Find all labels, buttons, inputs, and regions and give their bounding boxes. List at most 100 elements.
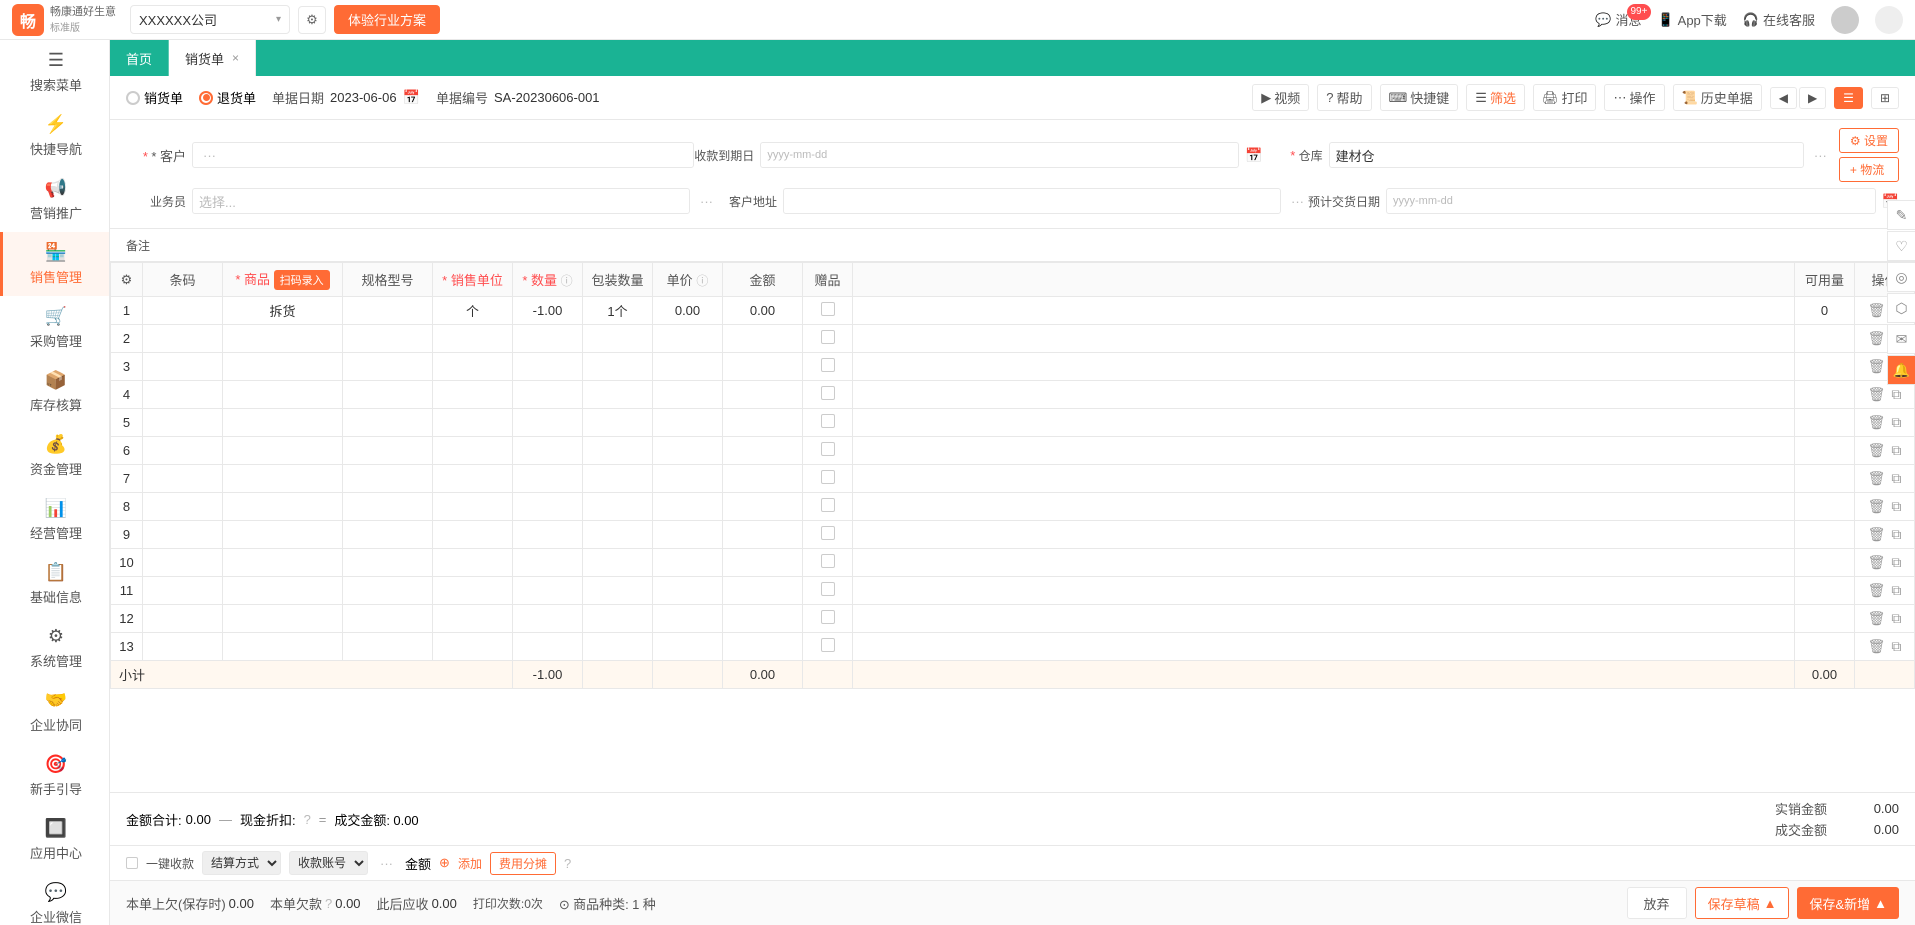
radio-sale[interactable]: 销货单 <box>126 88 183 107</box>
delete-icon[interactable]: 🗑 <box>1868 358 1886 375</box>
cell-price[interactable] <box>653 381 723 409</box>
cell-price[interactable] <box>653 521 723 549</box>
save-draft-button[interactable]: 保存草稿 ▲ <box>1695 887 1790 919</box>
notes-input[interactable] <box>162 233 1899 257</box>
gift-checkbox[interactable] <box>821 526 835 540</box>
cell-pkg[interactable]: 1个 <box>583 297 653 325</box>
cell-qty[interactable] <box>513 493 583 521</box>
cell-pkg[interactable] <box>583 633 653 661</box>
float-btn-5[interactable]: ✉ <box>1887 324 1915 354</box>
cell-remark[interactable] <box>853 325 1795 353</box>
delete-icon[interactable]: 🗑 <box>1868 442 1886 459</box>
copy-icon[interactable]: ⧉ <box>1891 498 1901 515</box>
view-list-button[interactable]: ☰ <box>1834 87 1863 109</box>
sidebar-item-search[interactable]: ☰ 搜索菜单 <box>0 40 109 104</box>
gift-checkbox[interactable] <box>821 302 835 316</box>
customer-addr-input[interactable] <box>783 188 1281 214</box>
delete-icon[interactable]: 🗑 <box>1868 330 1886 347</box>
cell-qty[interactable] <box>513 549 583 577</box>
cell-unit[interactable] <box>433 381 513 409</box>
calendar-icon[interactable]: 📅 <box>403 89 420 106</box>
cell-amount[interactable]: 0.00 <box>723 297 803 325</box>
sidebar-item-basic[interactable]: 📋 基础信息 <box>0 552 109 616</box>
payment-account-select[interactable]: 收款账号 <box>289 851 368 875</box>
cell-gift[interactable] <box>803 409 853 437</box>
cell-gift[interactable] <box>803 521 853 549</box>
delete-icon[interactable]: 🗑 <box>1868 386 1886 403</box>
cell-product[interactable] <box>223 633 343 661</box>
copy-icon[interactable]: ⧉ <box>1891 610 1901 627</box>
cell-unit[interactable] <box>433 409 513 437</box>
question-icon3[interactable]: ? <box>325 896 332 911</box>
th-pkg[interactable]: 包装数量 <box>583 263 653 297</box>
company-selector[interactable]: XXXXXX公司 ▾ <box>130 5 290 34</box>
logistics-button[interactable]: + 物流 <box>1839 157 1899 182</box>
cell-spec[interactable] <box>343 577 433 605</box>
gift-checkbox[interactable] <box>821 554 835 568</box>
cell-pkg[interactable] <box>583 521 653 549</box>
cell-qty[interactable] <box>513 381 583 409</box>
cell-spec[interactable] <box>343 437 433 465</box>
sidebar-item-operations[interactable]: 📊 经营管理 <box>0 488 109 552</box>
gift-checkbox[interactable] <box>821 470 835 484</box>
delete-icon[interactable]: 🗑 <box>1868 470 1886 487</box>
view-grid-button[interactable]: ⊞ <box>1871 87 1899 109</box>
warehouse-dots[interactable]: ··· <box>1810 148 1831 163</box>
sidebar-item-system[interactable]: ⚙ 系统管理 <box>0 616 109 680</box>
copy-icon[interactable]: ⧉ <box>1891 526 1901 543</box>
cell-unit[interactable]: 个 <box>433 297 513 325</box>
history-button[interactable]: 📜 历史单据 <box>1673 84 1762 111</box>
sidebar-item-guide[interactable]: 🎯 新手引导 <box>0 744 109 808</box>
float-btn-1[interactable]: ✎ <box>1887 200 1915 230</box>
onetime-checkbox[interactable] <box>126 857 138 869</box>
sidebar-item-enterprise[interactable]: 🤝 企业协同 <box>0 680 109 744</box>
price-info-icon[interactable]: ⓘ <box>696 274 708 288</box>
cell-barcode[interactable] <box>143 297 223 325</box>
cell-gift[interactable] <box>803 633 853 661</box>
delete-icon[interactable]: 🗑 <box>1868 582 1886 599</box>
cell-barcode[interactable] <box>143 633 223 661</box>
cell-amount[interactable] <box>723 521 803 549</box>
save-new-button[interactable]: 保存&新增 ▲ <box>1797 887 1899 919</box>
cell-remark[interactable] <box>853 493 1795 521</box>
cell-qty[interactable] <box>513 353 583 381</box>
cell-spec[interactable] <box>343 297 433 325</box>
action-button[interactable]: ⋯ 操作 <box>1604 84 1664 111</box>
cell-pkg[interactable] <box>583 465 653 493</box>
account-dots[interactable]: ··· <box>376 856 397 871</box>
cell-price[interactable] <box>653 493 723 521</box>
sidebar-item-quick-nav[interactable]: ⚡ 快捷导航 <box>0 104 109 168</box>
cell-gift[interactable] <box>803 325 853 353</box>
cell-unit[interactable] <box>433 325 513 353</box>
due-date-calendar-icon[interactable]: 📅 <box>1245 147 1262 164</box>
float-btn-2[interactable]: ♡ <box>1887 231 1915 261</box>
cell-price[interactable] <box>653 605 723 633</box>
cell-spec[interactable] <box>343 325 433 353</box>
delete-icon[interactable]: 🗑 <box>1868 554 1886 571</box>
video-button[interactable]: ▶ 视频 <box>1252 84 1309 111</box>
expected-date-input[interactable]: yyyy-mm-dd <box>1386 188 1876 214</box>
cell-unit[interactable] <box>433 577 513 605</box>
cell-gift[interactable] <box>803 437 853 465</box>
copy-icon[interactable]: ⧉ <box>1891 582 1901 599</box>
cell-unit[interactable] <box>433 605 513 633</box>
cell-barcode[interactable] <box>143 325 223 353</box>
cell-spec[interactable] <box>343 381 433 409</box>
filter-button[interactable]: ☰ 筛选 <box>1466 84 1525 111</box>
copy-icon[interactable]: ⧉ <box>1891 638 1901 655</box>
cell-barcode[interactable] <box>143 521 223 549</box>
sidebar-item-marketing[interactable]: 📢 营销推广 <box>0 168 109 232</box>
settings-gear-button[interactable]: ⚙ <box>298 6 326 34</box>
float-btn-3[interactable]: ◎ <box>1887 262 1915 292</box>
cell-amount[interactable] <box>723 577 803 605</box>
cell-product[interactable] <box>223 577 343 605</box>
shortcut-button[interactable]: ⌨ 快捷键 <box>1380 84 1459 111</box>
cell-price[interactable]: 0.00 <box>653 297 723 325</box>
cell-product[interactable] <box>223 465 343 493</box>
cell-spec[interactable] <box>343 353 433 381</box>
cell-pkg[interactable] <box>583 549 653 577</box>
payment-method-select[interactable]: 结算方式 <box>202 851 281 875</box>
cell-barcode[interactable] <box>143 493 223 521</box>
online-service-item[interactable]: 🎧 在线客服 <box>1743 10 1815 29</box>
tab-home[interactable]: 首页 <box>110 40 169 76</box>
